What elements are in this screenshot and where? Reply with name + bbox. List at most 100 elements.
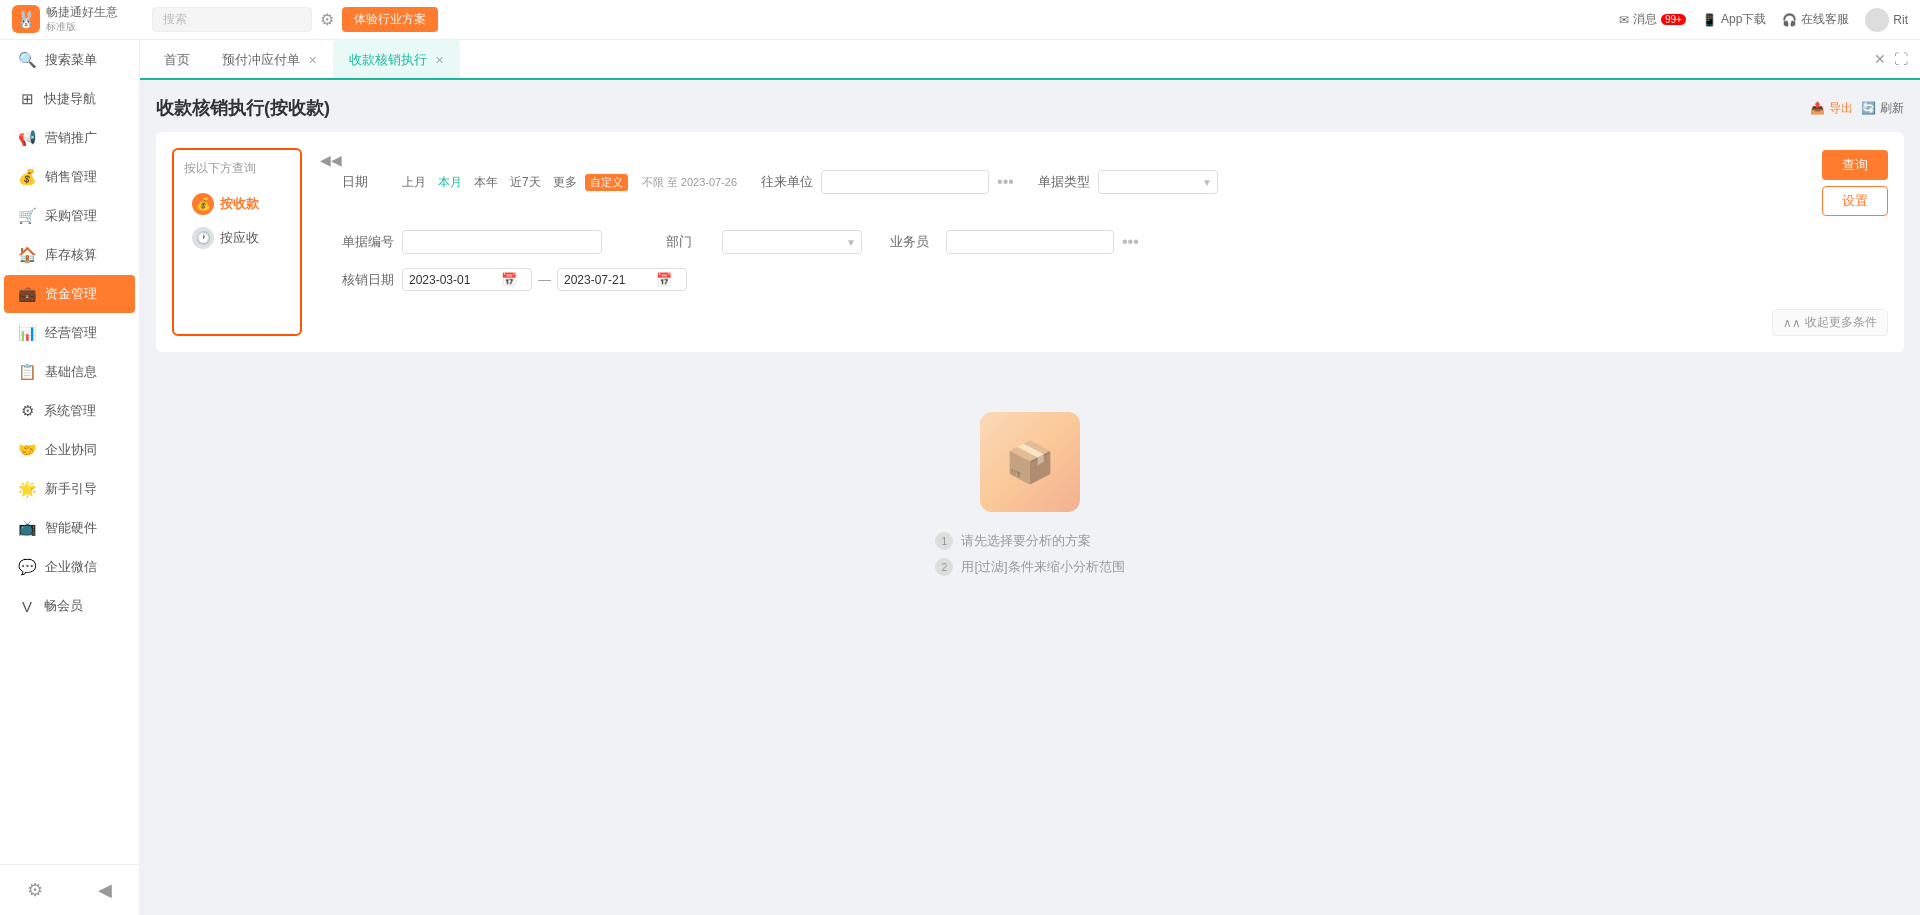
refresh-button[interactable]: 🔄 刷新 — [1861, 100, 1904, 117]
close-window-icon[interactable]: ✕ — [1874, 51, 1886, 67]
industry-button[interactable]: 体验行业方案 — [342, 7, 438, 32]
main-layout: 🔍搜索菜单⊞快捷导航📢营销推广💰销售管理🛒采购管理🏠库存核算💼资金管理📊经营管理… — [0, 40, 1920, 915]
date-tabs: 上月 本月 本年 近7天 更多 自定义 — [398, 172, 628, 193]
sidebar-item-inventory[interactable]: 🏠库存核算 — [4, 236, 135, 274]
tab-label-home: 首页 — [164, 51, 190, 69]
verify-date-range: 📅 — 📅 — [402, 268, 687, 291]
sidebar-item-sales[interactable]: 💰销售管理 — [4, 158, 135, 196]
sidebar-bottom: ⚙ ◀ — [0, 864, 139, 915]
sidebar-item-search[interactable]: 🔍搜索菜单 — [4, 41, 135, 79]
filter-option-by-receivable[interactable]: 🕐 按应收 — [184, 221, 290, 255]
refresh-icon: 🔄 — [1861, 101, 1876, 115]
date-tab-curr-month[interactable]: 本月 — [434, 172, 466, 193]
sidebar-label-search: 搜索菜单 — [45, 51, 97, 69]
filter-collapse-btn[interactable]: ◀◀ — [320, 148, 342, 336]
tab-items: 首页预付冲应付单✕收款核销执行✕ — [148, 40, 460, 78]
date-tab-prev-month[interactable]: 上月 — [398, 172, 430, 193]
sidebar-collapse-icon[interactable]: ◀ — [92, 873, 118, 907]
verify-date-end-icon[interactable]: 📅 — [656, 272, 672, 287]
avatar — [1865, 8, 1889, 32]
empty-illustration: 📦 — [980, 412, 1080, 512]
filter-panel: 按以下方查询 💰 按收款 🕐 按应收 ◀◀ — [156, 132, 1904, 352]
sidebar-item-wechat[interactable]: 💬企业微信 — [4, 548, 135, 586]
sidebar-item-finance[interactable]: 💼资金管理 — [4, 275, 135, 313]
date-custom-badge[interactable]: 自定义 — [585, 174, 628, 191]
filter-field-date: 日期 上月 本月 本年 近7天 更多 自定义 — [342, 172, 737, 193]
counterpart-input[interactable] — [821, 170, 989, 194]
logo-area: 🐰 畅捷通好生意 标准版 — [12, 5, 152, 33]
date-tab-more[interactable]: 更多 — [549, 172, 581, 193]
tab-receipt-verify[interactable]: 收款核销执行✕ — [333, 40, 460, 78]
export-button[interactable]: 📤 导出 — [1810, 100, 1853, 117]
query-button[interactable]: 查询 — [1822, 150, 1888, 180]
doc-num-input[interactable] — [402, 230, 602, 254]
message-label: 消息 — [1633, 11, 1657, 28]
sidebar-label-inventory: 库存核算 — [45, 246, 97, 264]
sidebar-label-member: 畅会员 — [44, 597, 83, 615]
sidebar-items: 🔍搜索菜单⊞快捷导航📢营销推广💰销售管理🛒采购管理🏠库存核算💼资金管理📊经营管理… — [0, 40, 139, 626]
tab-close-receipt-verify[interactable]: ✕ — [435, 54, 444, 67]
sidebar-settings-icon[interactable]: ⚙ — [21, 873, 49, 907]
page-content: 收款核销执行(按收款) 📤 导出 🔄 刷新 按以下方查询 — [140, 80, 1920, 915]
dept-label: 部门 — [666, 233, 714, 251]
header-right: ✉ 消息 99+ 📱 App下载 🎧 在线客服 Rit — [1619, 8, 1908, 32]
counterpart-dots[interactable]: ••• — [997, 173, 1014, 191]
doc-type-select[interactable] — [1098, 170, 1218, 194]
sidebar-label-system: 系统管理 — [44, 402, 96, 420]
sidebar-item-operation[interactable]: 📊经营管理 — [4, 314, 135, 352]
verify-date-start-input[interactable] — [409, 273, 497, 287]
maximize-icon[interactable]: ⛶ — [1894, 51, 1908, 67]
sidebar-item-member[interactable]: V畅会员 — [4, 587, 135, 625]
user-info[interactable]: Rit — [1865, 8, 1908, 32]
sidebar-item-hardware[interactable]: 📺 智能硬件 — [4, 509, 135, 547]
tab-label-prepay: 预付冲应付单 — [222, 51, 300, 69]
gear-icon[interactable]: ⚙ — [320, 10, 334, 29]
date-tab-year[interactable]: 本年 — [470, 172, 502, 193]
sidebar-item-basic[interactable]: 📋基础信息 — [4, 353, 135, 391]
app-name: 畅捷通好生意 — [46, 5, 118, 19]
dept-select-wrap: ▼ — [722, 230, 862, 254]
date-range-separator: — — [538, 272, 551, 287]
dept-select[interactable] — [722, 230, 862, 254]
sidebar-icon-finance: 💼 — [18, 285, 37, 303]
salesman-dots[interactable]: ••• — [1122, 233, 1139, 251]
online-service-item[interactable]: 🎧 在线客服 — [1782, 11, 1849, 28]
sidebar-icon-hardware: 📺 — [18, 519, 37, 537]
app-badge: 标准版 — [46, 20, 118, 34]
tab-close-prepay[interactable]: ✕ — [308, 54, 317, 67]
top-header: 🐰 畅捷通好生意 标准版 搜索 ⚙ 体验行业方案 ✉ 消息 99+ 📱 App下… — [0, 0, 1920, 40]
sidebar-item-enterprise[interactable]: 🤝企业协同 — [4, 431, 135, 469]
filter-field-verify-date: 核销日期 📅 — 📅 — [342, 268, 687, 291]
page-title-row: 收款核销执行(按收款) 📤 导出 🔄 刷新 — [156, 96, 1904, 120]
sidebar-label-hardware: 智能硬件 — [45, 519, 97, 537]
verify-date-start-icon[interactable]: 📅 — [501, 272, 517, 287]
sidebar-item-purchase[interactable]: 🛒采购管理 — [4, 197, 135, 235]
logo-text-area: 畅捷通好生意 标准版 — [46, 5, 118, 33]
empty-state: 📦 1 请先选择要分析的方案 2 用[过滤]条件来缩小分析范围 — [156, 412, 1904, 576]
filter-field-dept: 部门 ▼ — [666, 230, 866, 254]
filter-option-by-receipt[interactable]: 💰 按收款 — [184, 187, 290, 221]
sidebar-item-guide[interactable]: 🌟新手引导 — [4, 470, 135, 508]
message-item[interactable]: ✉ 消息 99+ — [1619, 11, 1686, 28]
filter-row-3: 核销日期 📅 — 📅 — [342, 268, 1888, 291]
page-title: 收款核销执行(按收款) — [156, 96, 330, 120]
salesman-label: 业务员 — [890, 233, 938, 251]
empty-num-2: 2 — [935, 558, 953, 576]
sidebar-icon-enterprise: 🤝 — [18, 441, 37, 459]
tab-prepay[interactable]: 预付冲应付单 ✕ — [206, 40, 333, 78]
tab-home[interactable]: 首页 — [148, 40, 206, 78]
sidebar-icon-basic: 📋 — [18, 363, 37, 381]
collapse-conditions-btn[interactable]: ∧∧ 收起更多条件 — [1772, 309, 1888, 336]
date-tab-7days[interactable]: 近7天 — [506, 172, 545, 193]
settings-button[interactable]: 设置 — [1822, 186, 1888, 216]
empty-hint-1: 1 请先选择要分析的方案 — [935, 532, 1124, 550]
verify-date-end-input[interactable] — [564, 273, 652, 287]
sidebar-item-quick[interactable]: ⊞快捷导航 — [4, 80, 135, 118]
filter-option-by-receipt-label: 按收款 — [220, 195, 259, 213]
filter-row-2: 单据编号 部门 ▼ — [342, 230, 1888, 254]
app-download-item[interactable]: 📱 App下载 — [1702, 11, 1766, 28]
sidebar-item-marketing[interactable]: 📢营销推广 — [4, 119, 135, 157]
salesman-input[interactable] — [946, 230, 1114, 254]
filter-field-doc-num: 单据编号 — [342, 230, 642, 254]
sidebar-item-system[interactable]: ⚙系统管理 — [4, 392, 135, 430]
